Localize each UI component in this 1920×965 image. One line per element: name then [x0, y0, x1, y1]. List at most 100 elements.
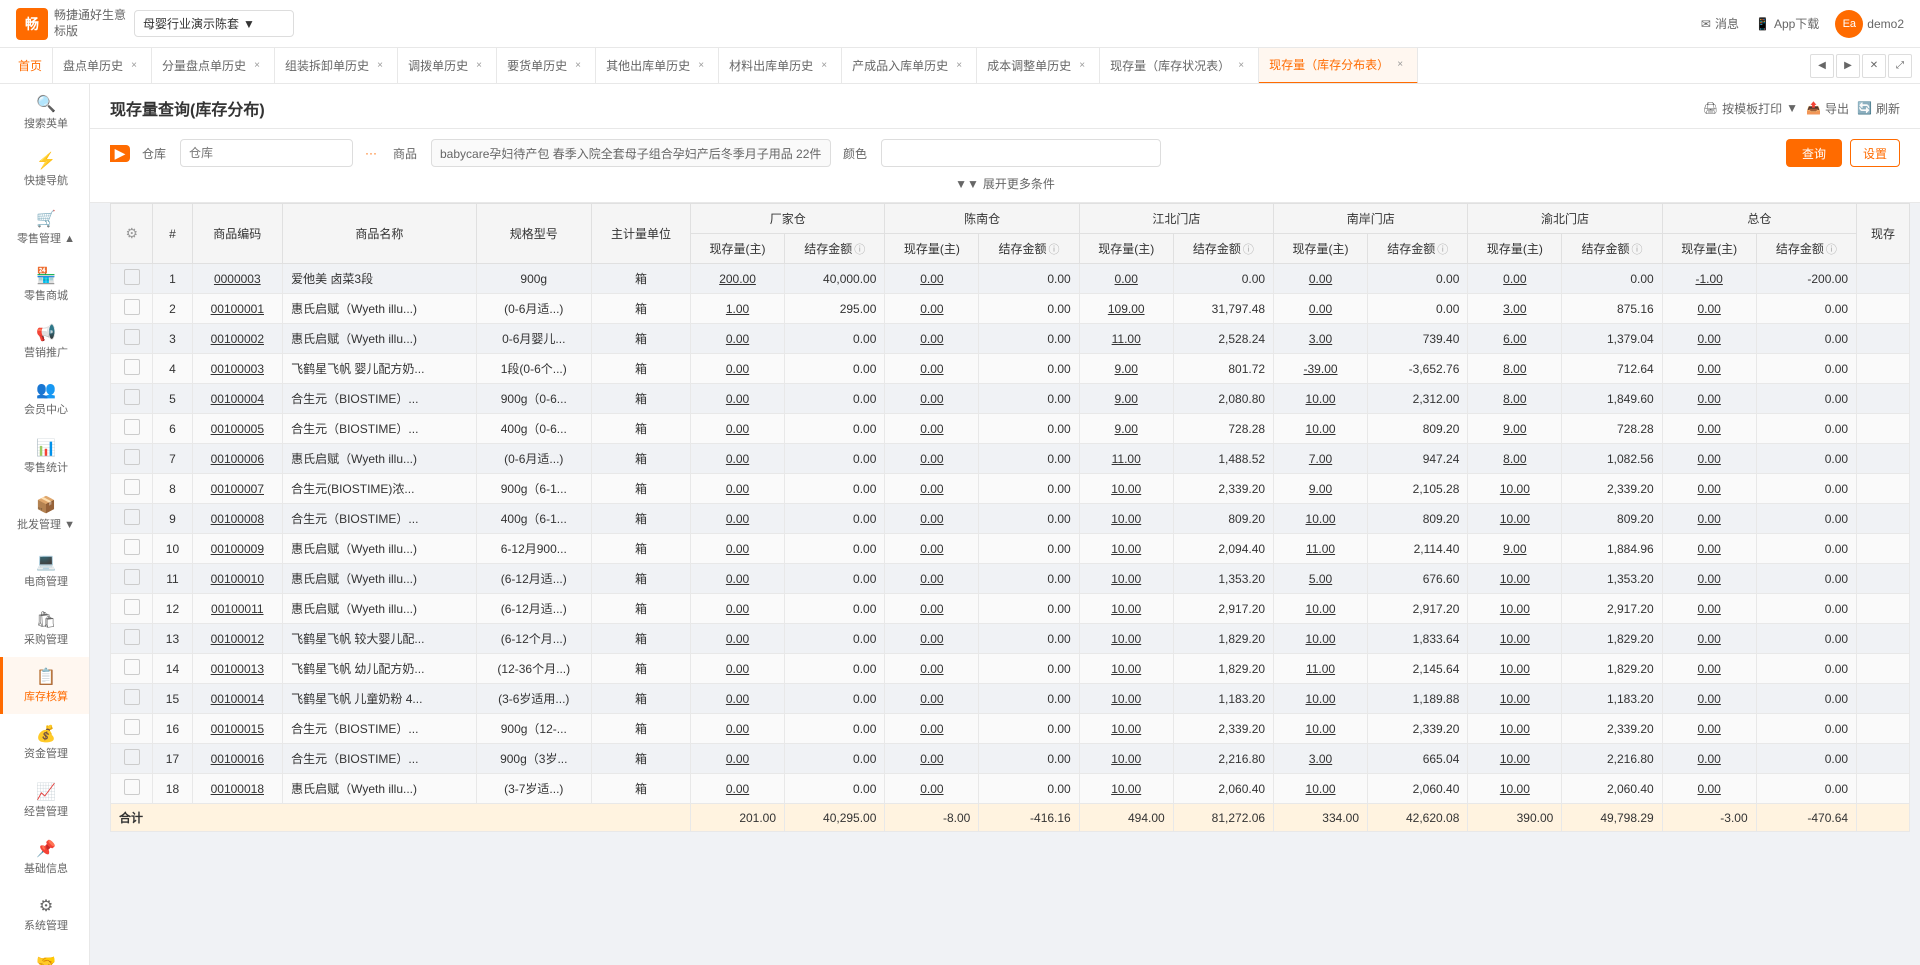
tab-inventory-check[interactable]: 盘点单历史 ×	[53, 48, 152, 84]
user-profile[interactable]: Ea demo2	[1835, 10, 1904, 38]
td-yb-amt: 809.20	[1562, 504, 1662, 534]
settings-icon[interactable]: ⚙	[125, 225, 138, 241]
warehouse-more-btn[interactable]: ···	[361, 146, 381, 160]
setting-button[interactable]: 设置	[1850, 139, 1900, 167]
td-checkbox[interactable]	[111, 774, 153, 804]
td-code: 00100012	[192, 624, 283, 654]
tab-home[interactable]: 首页	[8, 48, 53, 84]
sidebar-item-finance[interactable]: 💰 资金管理	[0, 714, 89, 771]
tab-stock-status[interactable]: 现存量（库存状况表） ×	[1100, 48, 1259, 84]
td-cn-stock: 0.00	[885, 744, 979, 774]
tab-close-assembly[interactable]: ×	[373, 59, 387, 73]
expand-conditions-btn[interactable]: ▼▼ 展开更多条件	[955, 175, 1055, 192]
td-checkbox[interactable]	[111, 384, 153, 414]
tab-expand-btn[interactable]: ⤢	[1888, 54, 1912, 78]
td-yb-amt: 875.16	[1562, 294, 1662, 324]
td-checkbox[interactable]	[111, 504, 153, 534]
warehouse-input[interactable]	[180, 139, 353, 167]
sidebar-item-sys-mgmt[interactable]: ⚙ 系统管理	[0, 886, 89, 943]
td-unit: 箱	[591, 504, 690, 534]
td-fac-stock: 0.00	[691, 414, 785, 444]
tab-close-finished-in[interactable]: ×	[952, 59, 966, 73]
app-download-btn[interactable]: 📱 App下载	[1755, 15, 1819, 32]
tab-finished-in[interactable]: 产成品入库单历史 ×	[842, 48, 977, 84]
sidebar-item-ecommerce[interactable]: 💻 电商管理	[0, 542, 89, 599]
export-btn[interactable]: 📤 导出	[1806, 100, 1849, 117]
td-checkbox[interactable]	[111, 654, 153, 684]
tab-prev-btn[interactable]: ◀	[1810, 54, 1834, 78]
tab-transfer[interactable]: 调拨单历史 ×	[398, 48, 497, 84]
sidebar-item-marketing[interactable]: 📢 营销推广	[0, 313, 89, 370]
td-index: 2	[153, 294, 192, 324]
sidebar-item-search[interactable]: 🔍 搜索英单	[0, 84, 89, 141]
tab-material-out[interactable]: 材料出库单历史 ×	[719, 48, 842, 84]
th-tot-amt: 结存金额ⓘ	[1756, 234, 1856, 264]
tab-close-stock-dist[interactable]: ×	[1393, 58, 1407, 72]
sidebar-item-purchase[interactable]: 🛍 采购管理	[0, 600, 89, 657]
tab-cost-adjust[interactable]: 成本调整单历史 ×	[977, 48, 1100, 84]
td-na-amt: 739.40	[1368, 324, 1468, 354]
tab-close-cost-adjust[interactable]: ×	[1075, 59, 1089, 73]
td-checkbox[interactable]	[111, 534, 153, 564]
td-yb-stock: 9.00	[1468, 534, 1562, 564]
sum-fac-stock: 201.00	[691, 804, 785, 832]
sidebar-item-base-info[interactable]: 📌 基础信息	[0, 829, 89, 886]
industry-selector[interactable]: 母婴行业演示陈套 ▼	[134, 10, 294, 37]
td-checkbox[interactable]	[111, 684, 153, 714]
sidebar-item-enterprise[interactable]: 🤝 企业协同	[0, 943, 89, 965]
td-checkbox[interactable]	[111, 744, 153, 774]
tab-close-stock-status[interactable]: ×	[1234, 59, 1248, 73]
td-checkbox[interactable]	[111, 264, 153, 294]
sidebar-item-retail-mall[interactable]: 🏪 零售商城	[0, 256, 89, 313]
tab-other-out[interactable]: 其他出库单历史 ×	[596, 48, 719, 84]
sidebar-item-retail-mgmt[interactable]: 🛒 零售管理 ▲	[0, 199, 89, 256]
sidebar-item-member[interactable]: 👥 会员中心	[0, 370, 89, 427]
th-product-code: 商品编码	[192, 204, 283, 264]
td-checkbox[interactable]	[111, 714, 153, 744]
tab-assembly[interactable]: 组装拆卸单历史 ×	[275, 48, 398, 84]
sidebar-item-retail-stats[interactable]: 📊 零售统计	[0, 428, 89, 485]
td-yb-amt: 1,849.60	[1562, 384, 1662, 414]
td-spec: (0-6月适...)	[476, 294, 591, 324]
td-checkbox[interactable]	[111, 294, 153, 324]
tab-close-other-out[interactable]: ×	[694, 59, 708, 73]
tab-close-material-out[interactable]: ×	[817, 59, 831, 73]
sidebar-item-wholesale[interactable]: 📦 批发管理 ▼	[0, 485, 89, 542]
refresh-btn[interactable]: 🔄 刷新	[1857, 100, 1900, 117]
tab-split-inventory[interactable]: 分量盘点单历史 ×	[152, 48, 275, 84]
td-checkbox[interactable]	[111, 564, 153, 594]
tab-requisition[interactable]: 要货单历史 ×	[497, 48, 596, 84]
td-current	[1857, 474, 1910, 504]
td-index: 11	[153, 564, 192, 594]
tab-close-transfer[interactable]: ×	[472, 59, 486, 73]
tab-close-inventory-check[interactable]: ×	[127, 59, 141, 73]
td-checkbox[interactable]	[111, 354, 153, 384]
tab-next-btn[interactable]: ▶	[1836, 54, 1860, 78]
td-na-stock: 9.00	[1274, 474, 1368, 504]
tab-close-all-btn[interactable]: ✕	[1862, 54, 1886, 78]
sidebar-item-operations[interactable]: 📈 经营管理	[0, 772, 89, 829]
print-btn[interactable]: 🖨 按模板打印 ▼	[1703, 100, 1798, 117]
pin-icon: 📌	[36, 839, 56, 859]
product-input[interactable]	[431, 139, 831, 167]
toggle-search-btn[interactable]: ▶	[110, 145, 130, 162]
td-fac-amt: 0.00	[785, 384, 885, 414]
sidebar-item-quick-nav[interactable]: ⚡ 快捷导航	[0, 141, 89, 198]
td-checkbox[interactable]	[111, 624, 153, 654]
td-checkbox[interactable]	[111, 324, 153, 354]
sidebar-item-inventory[interactable]: 📋 库存核算	[0, 657, 89, 714]
tab-stock-dist[interactable]: 现存量（库存分布表） ×	[1259, 48, 1418, 84]
tab-close-requisition[interactable]: ×	[571, 59, 585, 73]
td-checkbox[interactable]	[111, 474, 153, 504]
td-jb-stock: 9.00	[1079, 384, 1173, 414]
td-cn-amt: 0.00	[979, 414, 1079, 444]
td-checkbox[interactable]	[111, 414, 153, 444]
td-checkbox[interactable]	[111, 444, 153, 474]
query-button[interactable]: 查询	[1786, 139, 1842, 167]
td-checkbox[interactable]	[111, 594, 153, 624]
messages-btn[interactable]: ✉ 消息	[1701, 15, 1739, 32]
td-cn-amt: 0.00	[979, 714, 1079, 744]
td-tot-stock: 0.00	[1662, 654, 1756, 684]
tab-close-split[interactable]: ×	[250, 59, 264, 73]
color-input[interactable]	[881, 139, 1161, 167]
